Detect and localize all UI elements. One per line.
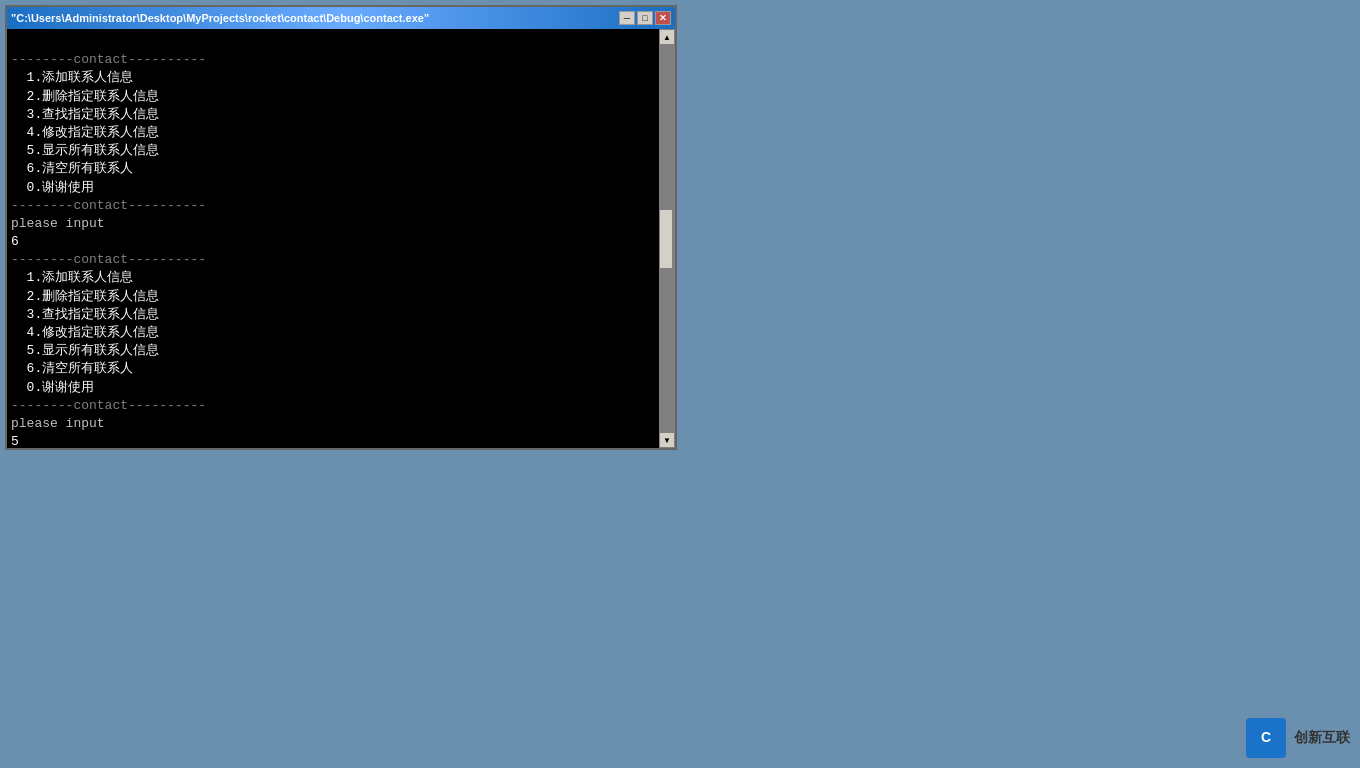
logo-svg: C — [1251, 723, 1281, 753]
logo-icon: C — [1246, 718, 1286, 758]
minimize-button[interactable]: ─ — [619, 11, 635, 25]
menu-item-1-6: 6.清空所有联系人 — [11, 161, 133, 176]
window-title: "C:\Users\Administrator\Desktop\MyProjec… — [11, 12, 429, 24]
console-output[interactable]: --------contact---------- 1.添加联系人信息 2.删除… — [7, 29, 659, 448]
separator-3: --------contact---------- — [11, 252, 206, 267]
maximize-button[interactable]: □ — [637, 11, 653, 25]
window-controls: ─ □ ✕ — [619, 11, 671, 25]
input-1: 6 — [11, 234, 19, 249]
console-window: "C:\Users\Administrator\Desktop\MyProjec… — [5, 5, 677, 450]
menu-item-2-1: 1.添加联系人信息 — [11, 270, 133, 285]
separator-2: --------contact---------- — [11, 198, 206, 213]
logo-area: C 创新互联 — [1246, 718, 1350, 758]
separator-1: --------contact---------- — [11, 52, 206, 67]
desktop: "C:\Users\Administrator\Desktop\MyProjec… — [0, 0, 1360, 768]
separator-4: --------contact---------- — [11, 398, 206, 413]
scrollbar[interactable]: ▲ ▼ — [659, 29, 675, 448]
svg-text:C: C — [1261, 729, 1271, 745]
menu-item-2-2: 2.删除指定联系人信息 — [11, 289, 159, 304]
title-bar: "C:\Users\Administrator\Desktop\MyProjec… — [7, 7, 675, 29]
menu-item-1-4: 4.修改指定联系人信息 — [11, 125, 159, 140]
menu-item-2-4: 4.修改指定联系人信息 — [11, 325, 159, 340]
console-wrapper: --------contact---------- 1.添加联系人信息 2.删除… — [7, 29, 675, 448]
scroll-down-button[interactable]: ▼ — [659, 432, 675, 448]
scroll-thumb[interactable] — [659, 209, 673, 269]
menu-item-2-5: 5.显示所有联系人信息 — [11, 343, 159, 358]
menu-item-1-0: 0.谢谢使用 — [11, 180, 94, 195]
menu-item-2-3: 3.查找指定联系人信息 — [11, 307, 159, 322]
input-2: 5 — [11, 434, 19, 448]
menu-item-1-2: 2.删除指定联系人信息 — [11, 89, 159, 104]
prompt-1: please input — [11, 216, 105, 231]
menu-item-2-6: 6.清空所有联系人 — [11, 361, 133, 376]
close-button[interactable]: ✕ — [655, 11, 671, 25]
menu-item-1-5: 5.显示所有联系人信息 — [11, 143, 159, 158]
menu-item-1-1: 1.添加联系人信息 — [11, 70, 133, 85]
scroll-track[interactable] — [659, 45, 675, 432]
menu-item-1-3: 3.查找指定联系人信息 — [11, 107, 159, 122]
menu-item-2-0: 0.谢谢使用 — [11, 380, 94, 395]
logo-text: 创新互联 — [1294, 729, 1350, 747]
scroll-up-button[interactable]: ▲ — [659, 29, 675, 45]
prompt-2: please input — [11, 416, 105, 431]
